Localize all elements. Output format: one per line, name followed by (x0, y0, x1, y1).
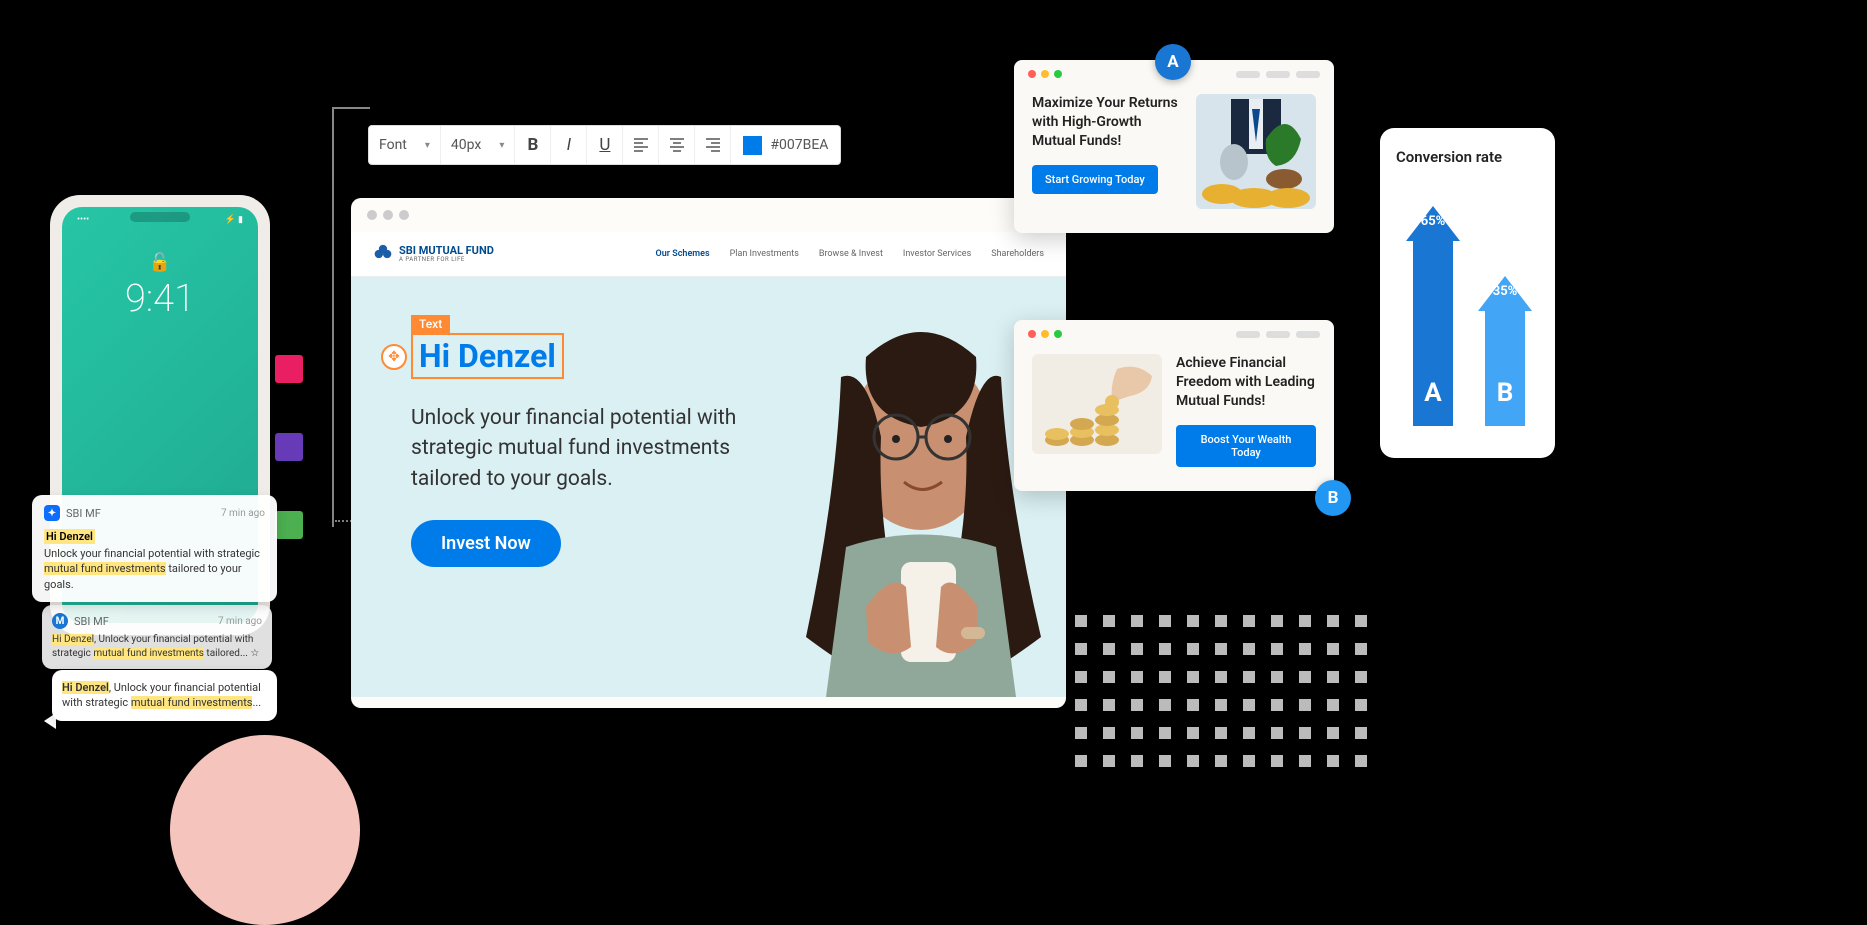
chevron-down-icon: ▾ (425, 140, 430, 151)
sbi-app-icon: ✦ (44, 505, 60, 521)
hero-greeting-text[interactable]: Hi Denzel (411, 333, 564, 379)
nav-our-schemes[interactable]: Our Schemes (656, 249, 710, 259)
chevron-down-icon: ▾ (499, 140, 504, 151)
text-toolbar: Font▾ 40px▾ B I U #007BEA (368, 125, 841, 165)
variant-b-badge: B (1315, 480, 1351, 516)
variant-b-image (1032, 354, 1162, 454)
bold-button[interactable]: B (515, 126, 551, 164)
site-header: SBI MUTUAL FUNDA PARTNER FOR LIFE Our Sc… (351, 232, 1066, 277)
color-picker[interactable]: #007BEA (731, 126, 840, 164)
align-right-button[interactable] (695, 126, 731, 164)
chart-label-a: A (1424, 378, 1441, 408)
lock-icon: 🔓 (149, 252, 171, 273)
variant-a-image (1196, 94, 1316, 209)
app-icon: M (52, 613, 68, 629)
align-left-button[interactable] (623, 126, 659, 164)
decorative-dot-grid (1075, 615, 1367, 767)
move-handle-icon[interactable]: ✥ (381, 344, 407, 370)
chart-value-b: 35% (1493, 284, 1518, 299)
push-notification-1[interactable]: ✦SBI MF 7 min ago Hi Denzel Unlock your … (32, 495, 277, 602)
channel-icon-1 (275, 355, 303, 383)
logo[interactable]: SBI MUTUAL FUNDA PARTNER FOR LIFE (373, 244, 494, 264)
font-selector[interactable]: Font▾ (369, 126, 441, 164)
channel-icon-2 (275, 433, 303, 461)
chart-bar-a: 65% A (1406, 206, 1460, 426)
push-notification-2[interactable]: MSBI MF 7 min ago Hi Denzel, Unlock your… (42, 605, 272, 669)
variant-b-cta-button[interactable]: Boost Your Wealth Today (1176, 425, 1316, 467)
nav-investor-services[interactable]: Investor Services (903, 249, 971, 259)
italic-button[interactable]: I (551, 126, 587, 164)
conversion-chart: 65% A 35% B (1396, 176, 1539, 426)
hero-section: Text ✥ Hi Denzel Unlock your financial p… (351, 277, 1066, 697)
variant-a-title: Maximize Your Returns with High-Growth M… (1032, 94, 1182, 151)
size-selector[interactable]: 40px▾ (441, 126, 515, 164)
align-center-button[interactable] (659, 126, 695, 164)
chart-value-a: 65% (1421, 214, 1446, 229)
conversion-rate-card: Conversion rate 65% A 35% B (1380, 128, 1555, 458)
variant-a-window: Maximize Your Returns with High-Growth M… (1014, 60, 1334, 233)
chat-bubble[interactable]: Hi Denzel, Unlock your financial potenti… (52, 670, 277, 721)
website-preview-window: SBI MUTUAL FUNDA PARTNER FOR LIFE Our Sc… (351, 198, 1066, 708)
variant-b-title: Achieve Financial Freedom with Leading M… (1176, 354, 1316, 411)
color-swatch (743, 136, 762, 155)
nav-browse-invest[interactable]: Browse & Invest (819, 249, 883, 259)
nav-plan-investments[interactable]: Plan Investments (730, 249, 799, 259)
element-type-label: Text (411, 315, 450, 333)
chart-label-b: B (1497, 378, 1514, 408)
decorative-circle (170, 735, 360, 925)
chart-title: Conversion rate (1396, 148, 1539, 166)
variant-b-window: Achieve Financial Freedom with Leading M… (1014, 320, 1334, 491)
nav-shareholders[interactable]: Shareholders (991, 249, 1044, 259)
channel-icon-3 (275, 511, 303, 539)
hero-description: Unlock your financial potential with str… (411, 403, 771, 494)
phone-time: 9:41 (125, 277, 195, 321)
underline-button[interactable]: U (587, 126, 623, 164)
invest-now-button[interactable]: Invest Now (411, 520, 561, 567)
variant-a-badge: A (1155, 44, 1191, 80)
variant-a-cta-button[interactable]: Start Growing Today (1032, 165, 1158, 194)
chart-bar-b: 35% B (1478, 276, 1532, 426)
